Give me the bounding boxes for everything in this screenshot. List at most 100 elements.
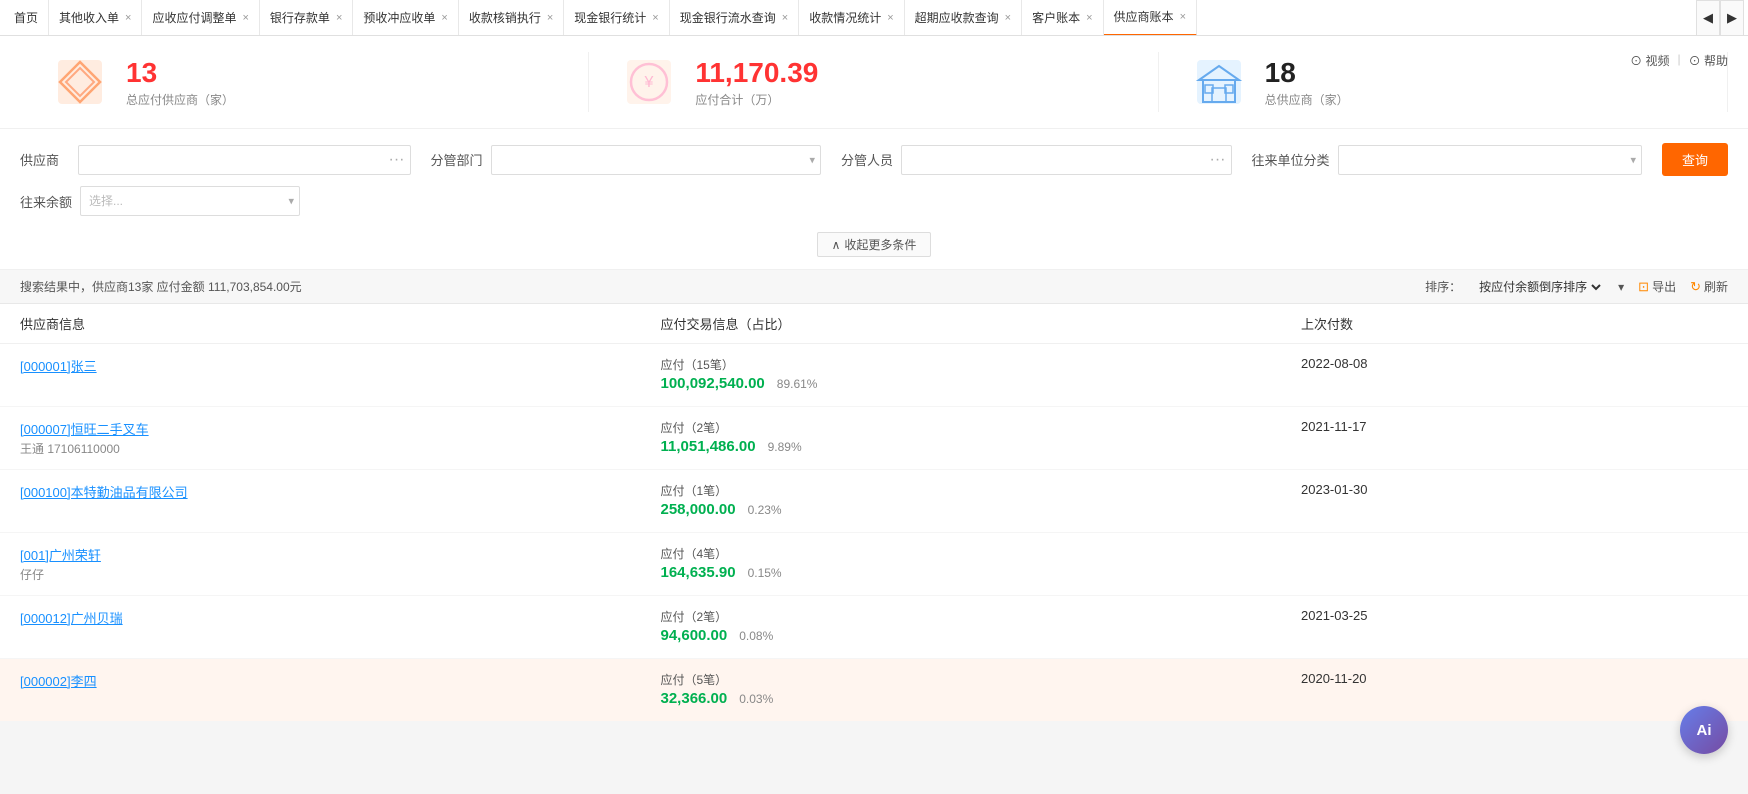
table-row: [000012]广州贝瑞 应付（2笔） 94,600.00 0.08% 2021…	[0, 596, 1748, 659]
category-input[interactable]	[1338, 145, 1642, 175]
video-link[interactable]: ⊙ 视频	[1630, 52, 1669, 69]
col-header-tx: 应付交易信息（占比）	[661, 314, 1302, 333]
category-field: 往来单位分类 ▾	[1252, 145, 1643, 175]
category-input-wrap: ▾	[1338, 145, 1642, 175]
data-table: 供应商信息 应付交易信息（占比） 上次付数 [000001]张三 应付（15笔）…	[0, 304, 1748, 722]
table-row: [000001]张三 应付（15笔） 100,092,540.00 89.61%…	[0, 344, 1748, 407]
svg-text:¥: ¥	[644, 74, 654, 91]
last-pay-3: 2023-01-30	[1301, 482, 1728, 497]
balance-chevron-icon[interactable]: ▾	[288, 195, 294, 208]
tx-percent-6: 0.03%	[739, 692, 773, 706]
close-collect-stat[interactable]: ×	[887, 12, 893, 24]
nav-tab-supplier-account[interactable]: 供应商账本 ×	[1104, 0, 1197, 36]
balance-label: 往来余额	[20, 192, 72, 211]
tx-row-2: 11,051,486.00 9.89%	[661, 436, 1302, 457]
category-chevron-icon[interactable]: ▾	[1630, 153, 1636, 166]
balance-input[interactable]	[80, 186, 300, 216]
nav-tab-overdue-ap[interactable]: 超期应收款查询 ×	[905, 0, 1022, 36]
export-button[interactable]: ⊡ 导出	[1638, 278, 1676, 295]
tx-info-6: 应付（5笔） 32,366.00 0.03%	[661, 671, 1302, 709]
close-supplier-account[interactable]: ×	[1180, 11, 1186, 23]
person-field: 分管人员 ···	[841, 145, 1232, 175]
dept-input-wrap: ▾	[491, 145, 821, 175]
tx-label-1: 应付（15笔）	[661, 356, 1302, 373]
nav-tab-cash-bank-stat[interactable]: 现金银行统计 ×	[564, 0, 669, 36]
person-dots-icon[interactable]: ···	[1210, 151, 1226, 169]
tx-row-4: 164,635.90 0.15%	[661, 562, 1302, 583]
tx-row-6: 32,366.00 0.03%	[661, 688, 1302, 709]
last-pay-5: 2021-03-25	[1301, 608, 1728, 623]
supplier-field: 供应商 ···	[20, 145, 411, 175]
nav-tab-cash-bank-flow[interactable]: 现金银行流水查询 ×	[670, 0, 799, 36]
help-link[interactable]: ⊙ 帮助	[1689, 52, 1728, 69]
nav-tab-customer-account[interactable]: 客户账本 ×	[1022, 0, 1103, 36]
nav-tab-collect-verify[interactable]: 收款核销执行 ×	[459, 0, 564, 36]
nav-tab-prepay-charge[interactable]: 预收冲应收单 ×	[353, 0, 458, 36]
close-collect-verify[interactable]: ×	[547, 12, 553, 24]
nav-tab-ap-adjust[interactable]: 应收应付调整单 ×	[142, 0, 259, 36]
close-bank-deposit[interactable]: ×	[336, 12, 342, 24]
store-icon	[1189, 52, 1249, 112]
ai-button[interactable]: Ai	[1680, 706, 1728, 754]
dept-input[interactable]	[491, 145, 821, 175]
close-cash-bank-flow[interactable]: ×	[782, 12, 788, 24]
tx-percent-2: 9.89%	[768, 440, 802, 454]
supplier-info-6: [000002]李四	[20, 671, 661, 690]
person-input[interactable]	[901, 145, 1231, 175]
export-icon: ⊡	[1638, 279, 1649, 295]
supplier-link-3[interactable]: [000100]本特勤油品有限公司	[20, 485, 188, 500]
nav-tab-home[interactable]: 首页	[4, 0, 49, 36]
supplier-input-wrap: ···	[78, 145, 411, 175]
search-row-2: 往来余额 ▾	[20, 186, 1728, 216]
nav-tab-prepay-charge-label: 预收冲应收单	[363, 9, 435, 26]
tx-row-3: 258,000.00 0.23%	[661, 499, 1302, 520]
refresh-icon: ↻	[1690, 279, 1701, 295]
top-navigation: 首页 其他收入单 × 应收应付调整单 × 银行存款单 × 预收冲应收单 × 收款…	[0, 0, 1748, 36]
collapse-label: 收起更多条件	[844, 236, 916, 253]
nav-arrow-left[interactable]: ◀	[1696, 0, 1720, 36]
nav-tab-other-income[interactable]: 其他收入单 ×	[49, 0, 142, 36]
tx-label-2: 应付（2笔）	[661, 419, 1302, 436]
dept-chevron-icon[interactable]: ▾	[809, 153, 815, 166]
tx-amount-2: 11,051,486.00	[661, 438, 756, 455]
supplier-info-5: [000012]广州贝瑞	[20, 608, 661, 627]
supplier-link-5[interactable]: [000012]广州贝瑞	[20, 611, 123, 626]
supplier-input[interactable]	[78, 145, 411, 175]
table-row: [000007]恒旺二手叉车 王通 17106110000 应付（2笔） 11,…	[0, 407, 1748, 470]
tx-label-4: 应付（4笔）	[661, 545, 1302, 562]
close-customer-account[interactable]: ×	[1086, 12, 1092, 24]
divider: |	[1678, 52, 1681, 69]
person-input-wrap: ···	[901, 145, 1231, 175]
close-prepay-charge[interactable]: ×	[441, 12, 447, 24]
supplier-info-2: [000007]恒旺二手叉车 王通 17106110000	[20, 419, 661, 457]
close-ap-adjust[interactable]: ×	[242, 12, 248, 24]
last-pay-6: 2020-11-20	[1301, 671, 1728, 686]
nav-tab-collect-stat[interactable]: 收款情况统计 ×	[799, 0, 904, 36]
tx-amount-1: 100,092,540.00	[661, 375, 765, 392]
top-right-links: ⊙ 视频 | ⊙ 帮助	[1630, 52, 1728, 69]
diamond-icon	[50, 52, 110, 112]
supplier-link-4[interactable]: [001]广州荣轩	[20, 548, 101, 563]
supplier-sub-4: 仔仔	[20, 566, 661, 583]
sort-select[interactable]: 按应付余额倒序排序	[1475, 279, 1604, 295]
summary-header: 13 总应付供应商（家） ¥ 11,170.39 应付合计（万）	[0, 36, 1748, 129]
supplier-link-6[interactable]: [000002]李四	[20, 674, 97, 689]
tx-percent-3: 0.23%	[748, 503, 782, 517]
collapse-button[interactable]: ∧ 收起更多条件	[817, 232, 932, 257]
refresh-button[interactable]: ↻ 刷新	[1690, 278, 1728, 295]
close-other-income[interactable]: ×	[125, 12, 131, 24]
supplier-link-2[interactable]: [000007]恒旺二手叉车	[20, 422, 149, 437]
nav-tab-bank-deposit[interactable]: 银行存款单 ×	[260, 0, 353, 36]
close-cash-bank-stat[interactable]: ×	[652, 12, 658, 24]
chevron-up-icon: ∧	[832, 238, 841, 252]
ai-label: Ai	[1697, 722, 1712, 739]
summary-info-ap-total: 11,170.39 应付合计（万）	[695, 57, 818, 108]
tx-percent-4: 0.15%	[748, 566, 782, 580]
nav-arrow-right[interactable]: ▶	[1720, 0, 1744, 36]
supplier-link-1[interactable]: [000001]张三	[20, 359, 97, 374]
query-button[interactable]: 查询	[1662, 143, 1728, 176]
nav-tab-supplier-account-label: 供应商账本	[1114, 8, 1174, 25]
circle-q-icon: ⊙	[1689, 54, 1701, 68]
close-overdue-ap[interactable]: ×	[1005, 12, 1011, 24]
supplier-dots-icon[interactable]: ···	[389, 151, 405, 169]
